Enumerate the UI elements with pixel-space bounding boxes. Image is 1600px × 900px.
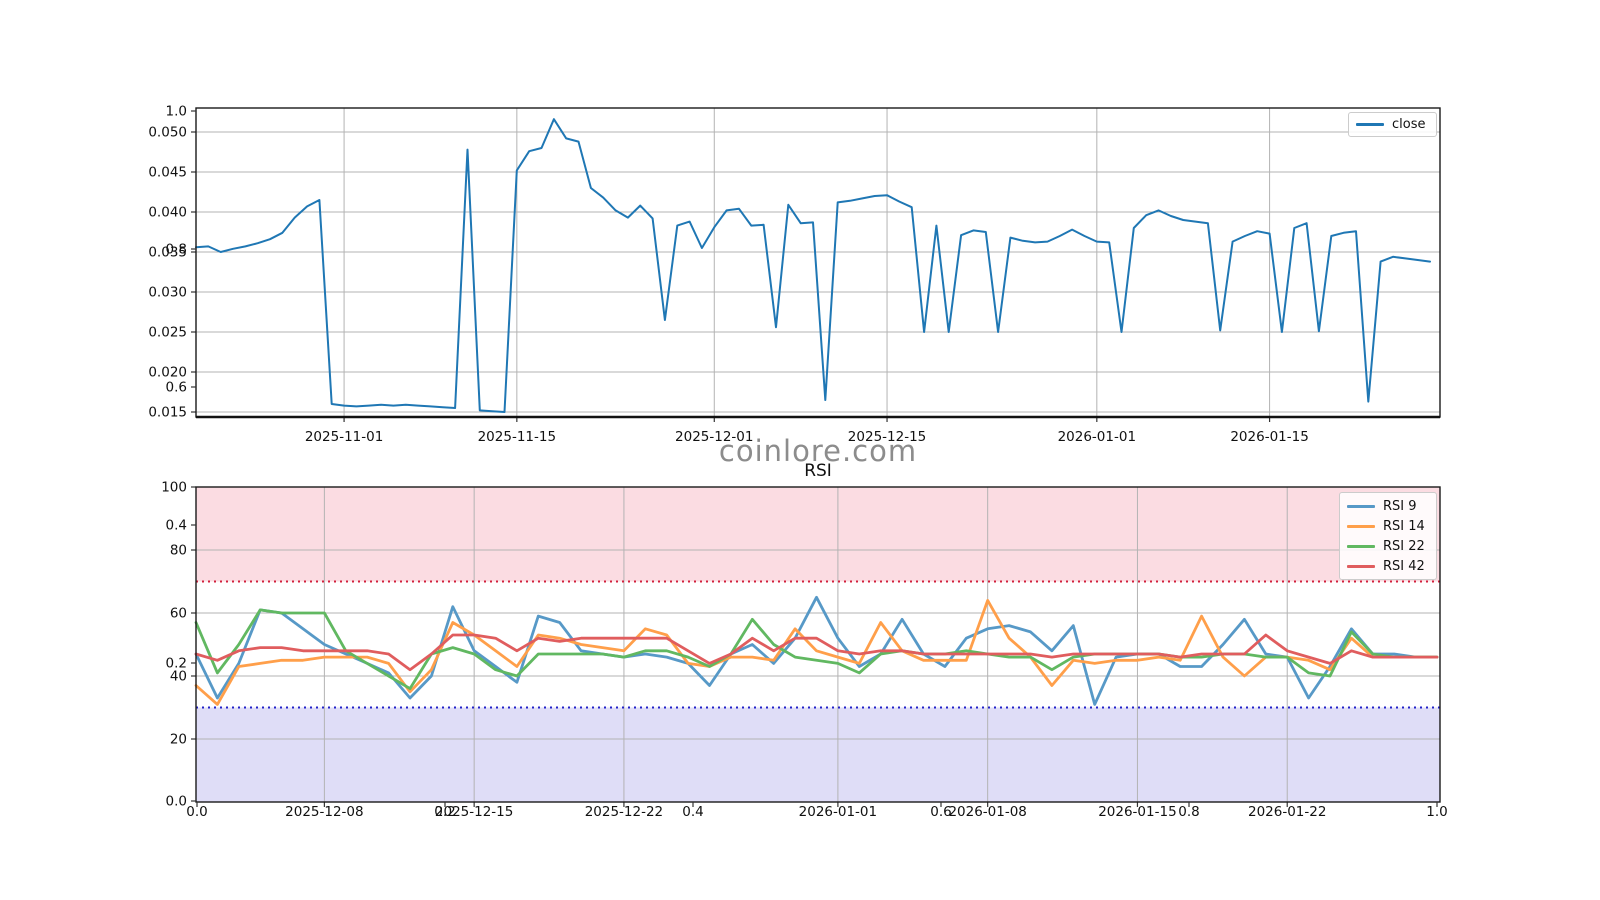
svg-text:0.8: 0.8 — [1178, 804, 1199, 820]
legend-entry-rsi22: RSI 22 — [1347, 539, 1429, 554]
svg-text:80: 80 — [170, 543, 187, 559]
rsi42-line-swatch — [1347, 564, 1375, 568]
svg-text:0.6: 0.6 — [930, 804, 951, 820]
svg-text:20: 20 — [170, 732, 187, 748]
rsi22-line-swatch — [1347, 544, 1375, 548]
legend-entry-close: close — [1356, 117, 1429, 132]
legend-entry-rsi9: RSI 9 — [1347, 499, 1429, 514]
svg-text:2026-01-22: 2026-01-22 — [1248, 804, 1326, 820]
svg-text:2025-12-08: 2025-12-08 — [285, 804, 363, 820]
svg-text:100: 100 — [161, 480, 187, 496]
svg-text:0.2: 0.2 — [434, 804, 455, 820]
rsi14-line-swatch — [1347, 524, 1375, 528]
legend-label-rsi22: RSI 22 — [1383, 538, 1425, 554]
svg-text:0.025: 0.025 — [148, 325, 187, 341]
rsi9-line-swatch — [1347, 504, 1375, 508]
svg-text:0.045: 0.045 — [148, 165, 187, 181]
svg-text:0.040: 0.040 — [148, 205, 187, 221]
svg-text:0.4: 0.4 — [166, 518, 187, 534]
svg-text:1.0: 1.0 — [166, 104, 187, 120]
svg-text:60: 60 — [170, 606, 187, 622]
svg-text:0.4: 0.4 — [682, 804, 703, 820]
svg-text:2025-12-22: 2025-12-22 — [585, 804, 663, 820]
svg-text:2026-01-01: 2026-01-01 — [799, 804, 877, 820]
rsi-panel-title: RSI — [804, 461, 832, 481]
crypto-price-rsi-figure: 2025-11-01 2025-11-15 2025-12-01 2025-12-15… — [0, 0, 1600, 900]
svg-text:0.6: 0.6 — [166, 380, 187, 396]
svg-text:0.015: 0.015 — [148, 405, 187, 421]
svg-text:0.030: 0.030 — [148, 285, 187, 301]
svg-text:2026-01-15: 2026-01-15 — [1230, 429, 1308, 445]
svg-text:2026-01-15: 2026-01-15 — [1098, 804, 1176, 820]
svg-text:0.0: 0.0 — [186, 804, 207, 820]
svg-text:2025-11-15: 2025-11-15 — [478, 429, 556, 445]
legend-entry-rsi42: RSI 42 — [1347, 559, 1429, 574]
svg-text:2026-01-08: 2026-01-08 — [948, 804, 1026, 820]
svg-text:1.0: 1.0 — [1426, 804, 1447, 820]
legend-entry-rsi14: RSI 14 — [1347, 519, 1429, 534]
rsi-legend: RSI 9 RSI 14 RSI 22 RSI 42 — [1339, 492, 1437, 580]
legend-label-rsi14: RSI 14 — [1383, 518, 1425, 534]
svg-text:0.8: 0.8 — [166, 242, 187, 258]
svg-text:2025-11-01: 2025-11-01 — [305, 429, 383, 445]
svg-text:0.050: 0.050 — [148, 125, 187, 141]
legend-label-close: close — [1392, 117, 1426, 132]
legend-label-rsi9: RSI 9 — [1383, 498, 1417, 514]
svg-text:0.0: 0.0 — [166, 794, 187, 810]
close-line-swatch — [1356, 123, 1384, 126]
svg-text:0.2: 0.2 — [166, 656, 187, 672]
legend-label-rsi42: RSI 42 — [1383, 558, 1425, 574]
price-legend: close — [1348, 112, 1437, 137]
svg-text:2026-01-01: 2026-01-01 — [1058, 429, 1136, 445]
svg-text:0.020: 0.020 — [148, 365, 187, 381]
